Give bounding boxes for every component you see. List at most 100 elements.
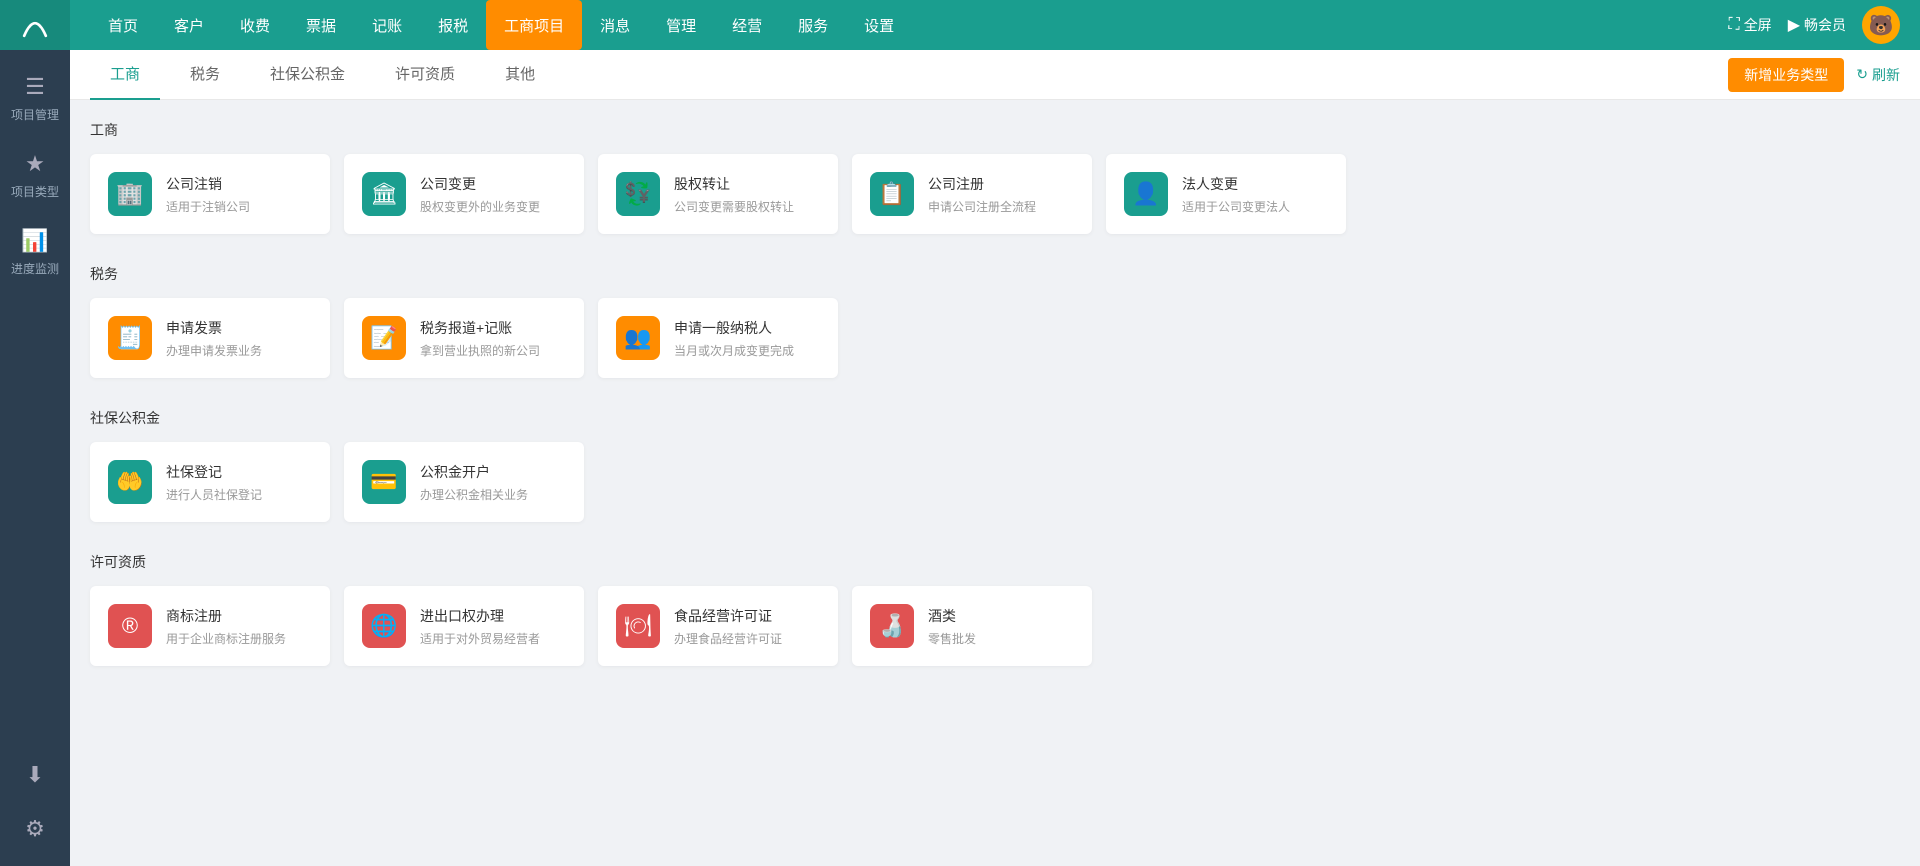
card-name: 进出口权办理 <box>420 606 540 626</box>
card-info: 商标注册用于企业商标注册服务 <box>166 606 286 647</box>
section-title: 税务 <box>90 264 1900 284</box>
tab-社保公积金[interactable]: 社保公积金 <box>250 50 365 100</box>
card-info: 公积金开户办理公积金相关业务 <box>420 462 528 503</box>
section-工商: 工商 🏢 公司注销适用于注销公司 🏛公司变更股权变更外的业务变更💱股权转让公司变更需要… <box>90 120 1900 234</box>
section-税务: 税务 🧾 申请发票办理申请发票业务 📝 税务报道+记账拿到营业执照的新公司 👥 申请一般纳税… <box>90 264 1900 378</box>
cards-row: 🏢 公司注销适用于注销公司 🏛公司变更股权变更外的业务变更💱股权转让公司变更需要股权… <box>90 154 1900 234</box>
sidebar-item-project-mgmt[interactable]: ☰ 项目管理 <box>0 60 70 137</box>
service-card[interactable]: 🤲 社保登记进行人员社保登记 <box>90 442 330 522</box>
card-desc: 办理食品经营许可证 <box>674 630 782 647</box>
card-name: 税务报道+记账 <box>420 318 540 338</box>
settings-icon: ⚙ <box>25 816 45 842</box>
service-card[interactable]: 🏢 公司注销适用于注销公司 <box>90 154 330 234</box>
service-card[interactable]: 👤 法人变更适用于公司变更法人 <box>1106 154 1346 234</box>
service-card[interactable]: ® 商标注册用于企业商标注册服务 <box>90 586 330 666</box>
nav-item-消息[interactable]: 消息 <box>582 0 648 50</box>
sidebar-item-project-type[interactable]: ★ 项目类型 <box>0 137 70 214</box>
sidebar-item-settings[interactable]: ⚙ <box>0 802 70 856</box>
card-desc: 股权变更外的业务变更 <box>420 198 540 215</box>
cards-row: 🤲 社保登记进行人员社保登记 💳公积金开户办理公积金相关业务 <box>90 442 1900 522</box>
nav-item-客户[interactable]: 客户 <box>156 0 222 50</box>
nav-item-报税[interactable]: 报税 <box>420 0 486 50</box>
card-desc: 当月或次月成变更完成 <box>674 342 794 359</box>
card-icon: 👥 <box>616 316 660 360</box>
nav-item-管理[interactable]: 管理 <box>648 0 714 50</box>
tab-items: 工商税务社保公积金许可资质其他 <box>90 50 565 100</box>
service-card[interactable]: 🏛公司变更股权变更外的业务变更 <box>344 154 584 234</box>
card-icon: 🤲 <box>108 460 152 504</box>
card-desc: 进行人员社保登记 <box>166 486 262 503</box>
card-icon: ® <box>108 604 152 648</box>
nav-item-首页[interactable]: 首页 <box>90 0 156 50</box>
service-card[interactable]: 💱股权转让公司变更需要股权转让 <box>598 154 838 234</box>
tab-许可资质[interactable]: 许可资质 <box>375 50 475 100</box>
nav-item-记账[interactable]: 记账 <box>354 0 420 50</box>
card-name: 公积金开户 <box>420 462 528 482</box>
content-area: 工商税务社保公积金许可资质其他 新增业务类型 ↻ 刷新 工商🏢公司注销适用于注销… <box>70 50 1920 866</box>
page-content: 工商 🏢 公司注销适用于注销公司 🏛公司变更股权变更外的业务变更💱股权转让公司变更需要… <box>70 100 1920 866</box>
cards-row: ®商标注册用于企业商标注册服务🌐进出口权办理适用于对外贸易经营者🍽食品经营许可证… <box>90 586 1900 666</box>
add-type-button[interactable]: 新增业务类型 <box>1728 58 1844 92</box>
card-name: 社保登记 <box>166 462 262 482</box>
card-info: 税务报道+记账拿到营业执照的新公司 <box>420 318 540 359</box>
card-icon: 📝 <box>362 316 406 360</box>
card-desc: 用于企业商标注册服务 <box>166 630 286 647</box>
service-card[interactable]: 👥 申请一般纳税人当月或次月成变更完成 <box>598 298 838 378</box>
tab-bar: 工商税务社保公积金许可资质其他 新增业务类型 ↻ 刷新 <box>70 50 1920 100</box>
service-card[interactable]: 📝 税务报道+记账拿到营业执照的新公司 <box>344 298 584 378</box>
nav-item-服务[interactable]: 服务 <box>780 0 846 50</box>
tab-其他[interactable]: 其他 <box>485 50 555 100</box>
card-info: 社保登记进行人员社保登记 <box>166 462 262 503</box>
card-icon: 🍽 <box>616 604 660 648</box>
sidebar-item-download[interactable]: ⬇ <box>0 748 70 802</box>
service-card[interactable]: 🍶酒类零售批发 <box>852 586 1092 666</box>
card-info: 酒类零售批发 <box>928 606 976 647</box>
sidebar-label-project-mgmt: 项目管理 <box>11 106 59 123</box>
card-info: 公司变更股权变更外的业务变更 <box>420 174 540 215</box>
service-card[interactable]: 🍽 食品经营许可证办理食品经营许可证 <box>598 586 838 666</box>
fullscreen-button[interactable]: ⛶ 全屏 <box>1728 15 1771 35</box>
service-card[interactable]: 🌐进出口权办理适用于对外贸易经营者 <box>344 586 584 666</box>
card-desc: 申请公司注册全流程 <box>928 198 1036 215</box>
nav-item-收费[interactable]: 收费 <box>222 0 288 50</box>
nav-items: 首页客户收费票据记账报税工商项目消息管理经营服务设置 <box>70 0 1728 50</box>
card-name: 申请一般纳税人 <box>674 318 794 338</box>
nav-item-设置[interactable]: 设置 <box>846 0 912 50</box>
sidebar-item-progress[interactable]: 📊 进度监测 <box>0 214 70 291</box>
main-layout: ☰ 项目管理 ★ 项目类型 📊 进度监测 ⬇ ⚙ 工商税务社保公积金许可资质其他… <box>0 50 1920 866</box>
service-card[interactable]: 📋公司注册申请公司注册全流程 <box>852 154 1092 234</box>
card-info: 公司注销适用于注销公司 <box>166 174 250 215</box>
refresh-button[interactable]: ↻ 刷新 <box>1856 65 1900 85</box>
card-name: 公司注销 <box>166 174 250 194</box>
nav-item-票据[interactable]: 票据 <box>288 0 354 50</box>
avatar[interactable]: 🐻 <box>1862 6 1900 44</box>
sidebar-label-progress: 进度监测 <box>11 260 59 277</box>
service-card[interactable]: 🧾 申请发票办理申请发票业务 <box>90 298 330 378</box>
card-icon: 🌐 <box>362 604 406 648</box>
tab-工商[interactable]: 工商 <box>90 50 160 100</box>
card-icon: 👤 <box>1124 172 1168 216</box>
nav-item-工商项目[interactable]: 工商项目 <box>486 0 582 50</box>
vip-button[interactable]: ▶ 畅会员 <box>1788 15 1846 35</box>
section-title: 工商 <box>90 120 1900 140</box>
refresh-icon: ↻ <box>1856 66 1868 83</box>
card-desc: 拿到营业执照的新公司 <box>420 342 540 359</box>
card-info: 食品经营许可证办理食品经营许可证 <box>674 606 782 647</box>
monitor-icon: 📊 <box>21 228 48 254</box>
card-desc: 零售批发 <box>928 630 976 647</box>
nav-item-经营[interactable]: 经营 <box>714 0 780 50</box>
card-icon: 🧾 <box>108 316 152 360</box>
section-社保公积金: 社保公积金🤲社保登记进行人员社保登记💳公积金开户办理公积金相关业务 <box>90 408 1900 522</box>
card-desc: 办理申请发票业务 <box>166 342 262 359</box>
tab-税务[interactable]: 税务 <box>170 50 240 100</box>
card-info: 申请发票办理申请发票业务 <box>166 318 262 359</box>
card-icon: 📋 <box>870 172 914 216</box>
left-sidebar: ☰ 项目管理 ★ 项目类型 📊 进度监测 ⬇ ⚙ <box>0 50 70 866</box>
nav-right: ⛶ 全屏 ▶ 畅会员 🐻 <box>1728 6 1920 44</box>
card-icon: 🏢 <box>108 172 152 216</box>
card-info: 申请一般纳税人当月或次月成变更完成 <box>674 318 794 359</box>
card-desc: 适用于公司变更法人 <box>1182 198 1290 215</box>
service-card[interactable]: 💳公积金开户办理公积金相关业务 <box>344 442 584 522</box>
card-name: 申请发票 <box>166 318 262 338</box>
card-name: 法人变更 <box>1182 174 1290 194</box>
